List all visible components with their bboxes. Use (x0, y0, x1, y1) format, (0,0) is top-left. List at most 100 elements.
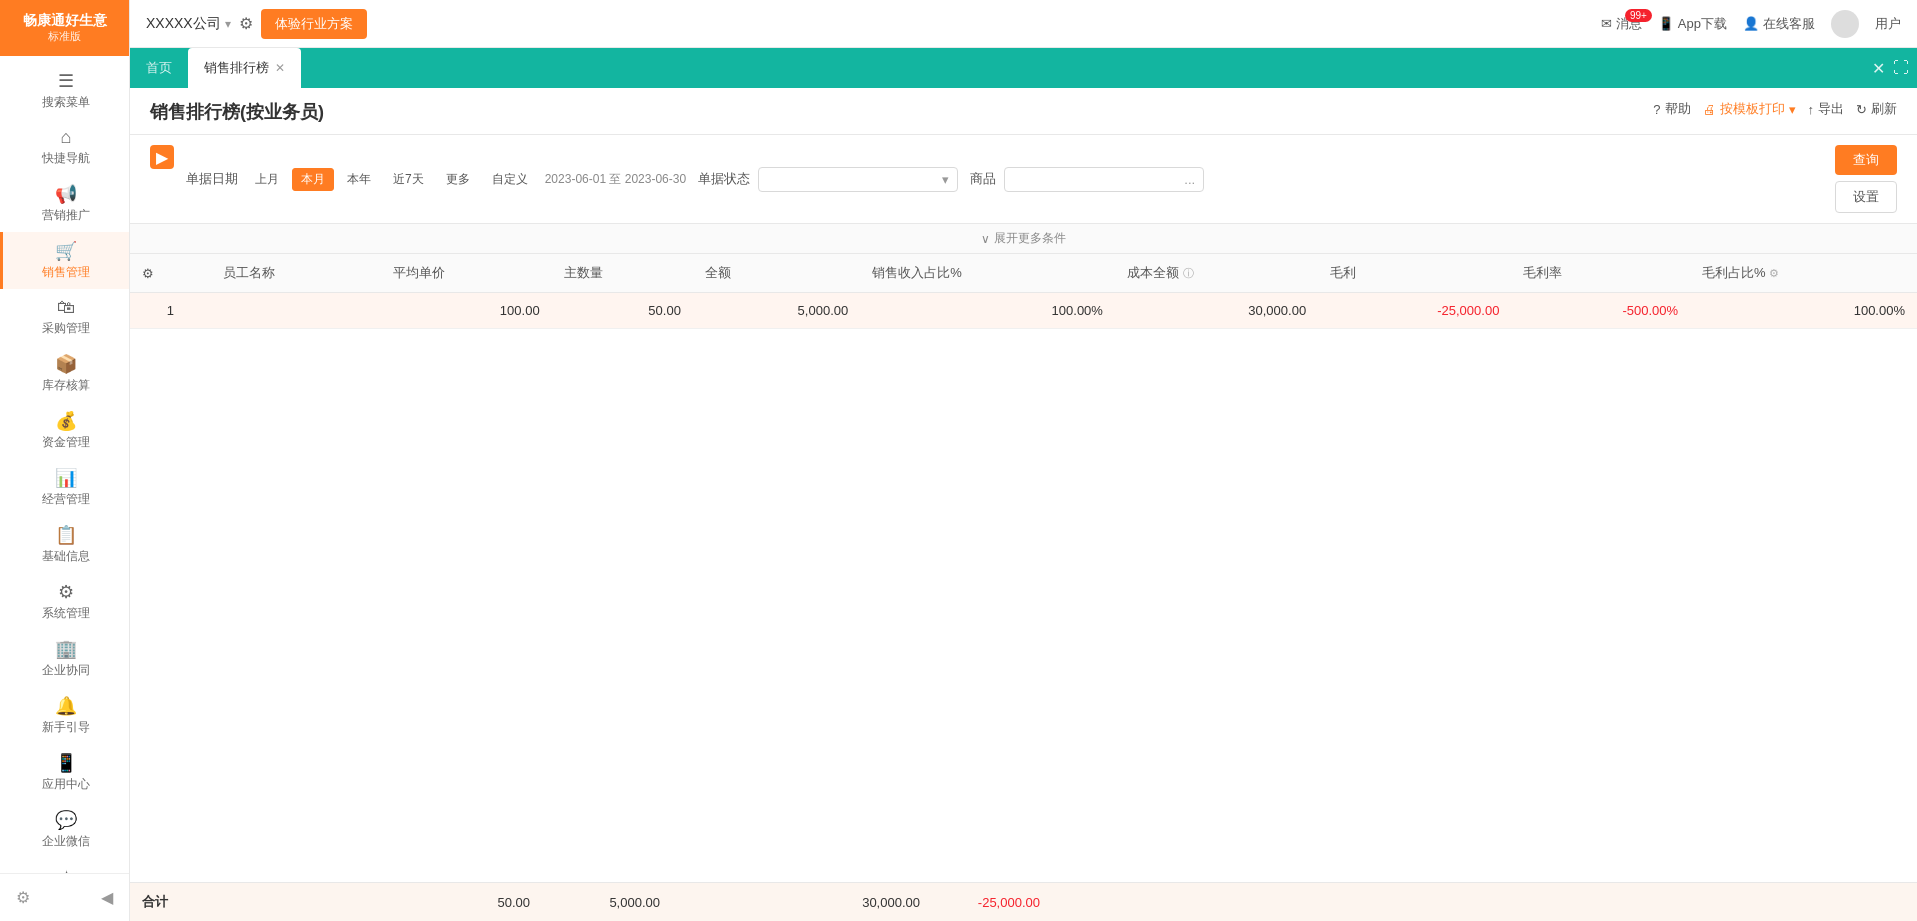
th-name: 员工名称 (211, 254, 381, 293)
tabbar: 首页 销售排行榜 ✕ ✕ ⛶ (130, 48, 1917, 88)
export-action[interactable]: ↑ 导出 (1808, 100, 1845, 118)
sidebar-item-operation[interactable]: 📊经营管理 (0, 459, 129, 516)
sidebar-icon-app-center: 📱 (55, 752, 77, 774)
sidebar-icon-base-info: 📋 (55, 524, 77, 546)
tab-home[interactable]: 首页 (130, 48, 188, 88)
print-icon: 🖨 (1703, 102, 1716, 117)
data-table: ⚙ 员工名称 平均单价 主数量 全额 销售收入占比% 成本全额 ⓘ 毛利 毛利率… (130, 254, 1917, 329)
sidebar-item-member[interactable]: ✦畅会员 (0, 858, 129, 873)
product-filter-group: 商品 ... (970, 167, 1204, 192)
template-print-action[interactable]: 🖨 按模板打印 ▾ (1703, 100, 1796, 118)
print-arrow-icon: ▾ (1789, 102, 1796, 117)
sidebar-label-sales: 销售管理 (42, 264, 90, 281)
table-container: ⚙ 员工名称 平均单价 主数量 全额 销售收入占比% 成本全额 ⓘ 毛利 毛利率… (130, 254, 1917, 882)
sidebar-icon-system: ⚙ (58, 581, 74, 603)
sidebar-label-app-center: 应用中心 (42, 776, 90, 793)
tab-home-label: 首页 (146, 59, 172, 77)
sidebar-icon-sales: 🛒 (55, 240, 77, 262)
footer-gross: -25,000.00 (932, 895, 1052, 910)
help-icon: ? (1653, 102, 1660, 117)
product-select[interactable]: ... (1004, 167, 1204, 192)
expand-more-bar[interactable]: ∨ 展开更多条件 (130, 224, 1917, 254)
date-filter-label: 单据日期 (186, 170, 238, 188)
sidebar-logo: 畅康通好生意 标准版 (0, 0, 129, 56)
date-opt-7days[interactable]: 近7天 (384, 168, 433, 191)
expand-more-text: ∨ 展开更多条件 (981, 230, 1066, 247)
query-button[interactable]: 查询 (1835, 145, 1897, 175)
tab-close-all-icon[interactable]: ✕ (1872, 59, 1885, 78)
sidebar-icon-member: ✦ (59, 866, 74, 873)
date-range-text: 2023-06-01 至 2023-06-30 (545, 171, 686, 188)
th-qty: 主数量 (552, 254, 693, 293)
sidebar-settings-icon[interactable]: ⚙ (16, 888, 30, 907)
sidebar-label-enterprise: 企业协同 (42, 662, 90, 679)
right-buttons: 查询 设置 (1835, 145, 1897, 213)
filter-toggle[interactable]: ▶ (150, 145, 174, 169)
sidebar-item-app-center[interactable]: 📱 应用中心 (0, 744, 129, 801)
sidebar: 畅康通好生意 标准版 ☰搜索菜单⌂快捷导航📢营销推广 🛒 销售管理 🛍采购管理📦库存核… (0, 0, 130, 921)
app-title: 畅康通好生意 (23, 12, 107, 29)
cell-qty: 50.00 (552, 293, 693, 329)
date-opt-thisyear[interactable]: 本年 (338, 168, 380, 191)
sidebar-item-enterprise[interactable]: 🏢 企业协同 (0, 630, 129, 687)
online-service-item[interactable]: 👤 在线客服 (1743, 15, 1815, 33)
date-opt-more[interactable]: 更多 (437, 168, 479, 191)
page-title: 销售排行榜(按业务员) (150, 100, 324, 134)
date-opt-custom[interactable]: 自定义 (483, 168, 537, 191)
footer-amount: 5,000.00 (542, 895, 672, 910)
sidebar-icon-guide: 🔔 (55, 695, 77, 717)
tab-fullscreen-icon[interactable]: ⛶ (1893, 59, 1909, 77)
sidebar-label-base-info: 基础信息 (42, 548, 90, 565)
th-cost: 成本全额 ⓘ (1115, 254, 1318, 293)
app-download-icon: 📱 (1658, 16, 1674, 31)
th-gear[interactable]: ⚙ (130, 254, 211, 293)
message-item[interactable]: ✉ 消息 99+ (1601, 15, 1642, 33)
sidebar-label-guide: 新手引导 (42, 719, 90, 736)
template-print-label: 按模板打印 (1720, 100, 1785, 118)
expand-chevron-icon: ∨ (981, 232, 990, 246)
footer-label: 合计 (142, 893, 322, 911)
sidebar-item-wechat[interactable]: 💬企业微信 (0, 801, 129, 858)
app-download-item[interactable]: 📱 App下载 (1658, 15, 1727, 33)
export-icon: ↑ (1808, 102, 1815, 117)
sidebar-label-inventory: 库存核算 (42, 377, 90, 394)
tab-close-icon[interactable]: ✕ (275, 61, 285, 75)
sidebar-icon-enterprise: 🏢 (55, 638, 77, 660)
sidebar-item-guide[interactable]: 🔔 新手引导 (0, 687, 129, 744)
th-gross-rate: 毛利率 (1511, 254, 1690, 293)
sidebar-item-sales[interactable]: 🛒 销售管理 (0, 232, 129, 289)
date-opt-lastmonth[interactable]: 上月 (246, 168, 288, 191)
sidebar-item-base-info[interactable]: 📋 基础信息 (0, 516, 129, 573)
company-selector[interactable]: XXXXX公司 ▾ (146, 15, 231, 33)
company-name: XXXXX公司 (146, 15, 221, 33)
footer-cost: 30,000.00 (802, 895, 932, 910)
sidebar-icon-quick-nav: ⌂ (61, 127, 72, 148)
user-avatar[interactable] (1831, 10, 1859, 38)
th-gross: 毛利 (1318, 254, 1511, 293)
date-opt-thismonth[interactable]: 本月 (292, 168, 334, 191)
sidebar-item-purchase[interactable]: 🛍采购管理 (0, 289, 129, 345)
trial-button[interactable]: 体验行业方案 (261, 9, 367, 39)
sidebar-item-finance[interactable]: 💰资金管理 (0, 402, 129, 459)
status-select[interactable]: ▾ (758, 167, 958, 192)
help-action[interactable]: ? 帮助 (1653, 100, 1690, 118)
refresh-label: 刷新 (1871, 100, 1897, 118)
tabbar-actions: ✕ ⛶ (1872, 59, 1917, 78)
service-icon: 👤 (1743, 16, 1759, 31)
sidebar-collapse-icon[interactable]: ◀ (101, 888, 113, 907)
sidebar-item-inventory[interactable]: 📦库存核算 (0, 345, 129, 402)
sidebar-label-system: 系统管理 (42, 605, 90, 622)
gear-col-icon: ⚙ (142, 266, 154, 281)
sidebar-item-quick-nav[interactable]: ⌂快捷导航 (0, 119, 129, 175)
sidebar-item-system[interactable]: ⚙ 系统管理 (0, 573, 129, 630)
settings-button[interactable]: 设置 (1835, 181, 1897, 213)
cell-rank: 1 (130, 293, 211, 329)
page-actions: ? 帮助 🖨 按模板打印 ▾ ↑ 导出 ↻ 刷新 (1653, 100, 1897, 128)
sidebar-item-search-order[interactable]: ☰搜索菜单 (0, 62, 129, 119)
sidebar-item-marketing[interactable]: 📢营销推广 (0, 175, 129, 232)
sidebar-icon-marketing: 📢 (55, 183, 77, 205)
refresh-action[interactable]: ↻ 刷新 (1856, 100, 1897, 118)
topbar-left: XXXXX公司 ▾ ⚙ 体验行业方案 (146, 9, 367, 39)
tab-sales-rank[interactable]: 销售排行榜 ✕ (188, 48, 301, 88)
topbar-gear-icon[interactable]: ⚙ (239, 14, 253, 33)
